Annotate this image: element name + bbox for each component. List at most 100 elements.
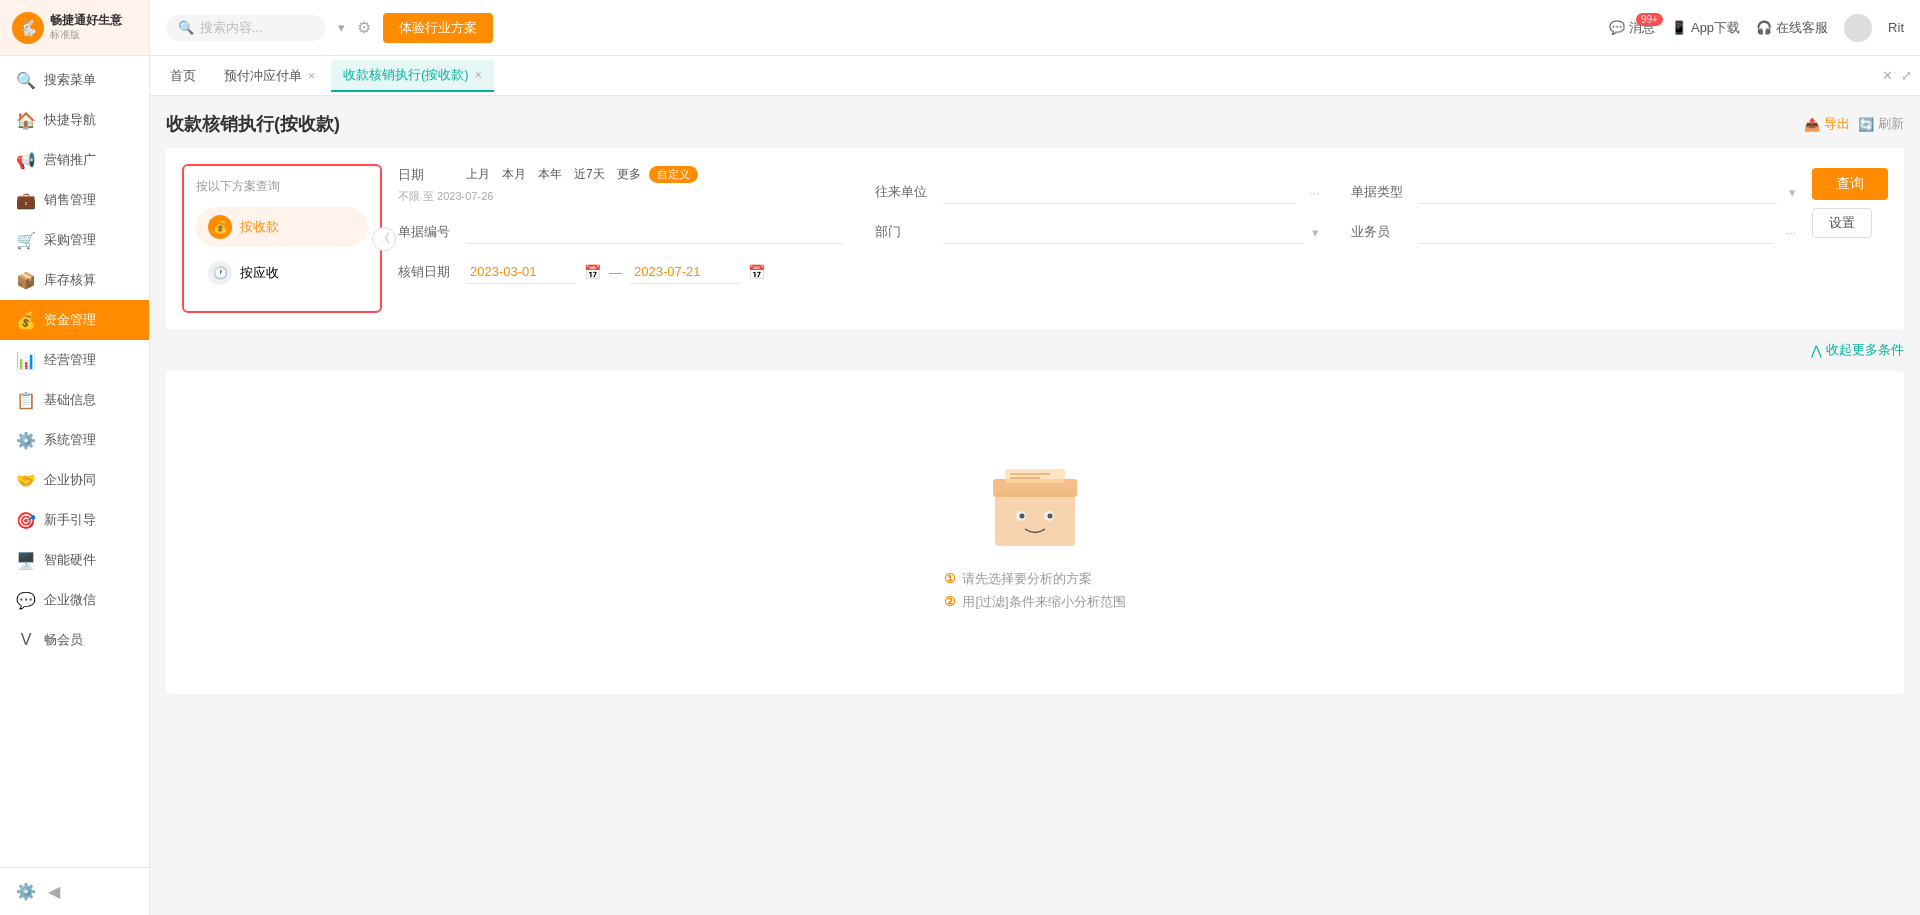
shortcut-this-year[interactable]: 本年 — [534, 164, 566, 185]
shortcut-custom[interactable]: 自定义 — [649, 166, 698, 183]
header-right: 💬 消息 99+ 📱 App下载 🎧 在线客服 Rit — [1609, 14, 1904, 42]
header-gear-icon[interactable]: ⚙ — [357, 18, 371, 37]
empty-state: ① 请先选择要分析的方案 ② 用[过滤]条件来缩小分析范围 — [166, 371, 1904, 694]
sidebar-item-7[interactable]: 📊经营管理 — [0, 340, 149, 380]
tab-prepay[interactable]: 预付冲应付单 × — [212, 60, 327, 92]
partner-dots[interactable]: ··· — [1308, 185, 1319, 200]
partner-label: 往来单位 — [875, 183, 935, 201]
sidebar-item-5[interactable]: 📦库存核算 — [0, 260, 149, 300]
app-name: 畅捷通好生意 — [50, 13, 122, 29]
collapse-conditions-button[interactable]: ⋀ 收起更多条件 — [1811, 341, 1904, 359]
sidebar-bottom: ⚙️ ◀ — [0, 867, 149, 915]
refresh-button[interactable]: 🔄 刷新 — [1858, 115, 1904, 133]
sidebar-item-6[interactable]: 💰资金管理 — [0, 300, 149, 340]
sidebar-icon-1: 🏠 — [16, 110, 36, 130]
tab-close-all-icon[interactable]: ✕ — [1882, 68, 1893, 83]
sidebar-icon-10: 🤝 — [16, 470, 36, 490]
sidebar-icon-4: 🛒 — [16, 230, 36, 250]
tab-collection[interactable]: 收款核销执行(按收款) × — [331, 60, 494, 92]
refresh-icon: 🔄 — [1858, 117, 1874, 132]
sidebar-icon-7: 📊 — [16, 350, 36, 370]
message-icon: 💬 — [1609, 20, 1625, 35]
logo-icon: 🐇 — [12, 12, 44, 44]
filter-collapse-button[interactable]: 《 — [372, 227, 396, 251]
sidebar-item-9[interactable]: ⚙️系统管理 — [0, 420, 149, 460]
sidebar-label-4: 采购管理 — [44, 231, 96, 249]
tab-collection-close[interactable]: × — [475, 68, 482, 82]
sidebar-label-10: 企业协同 — [44, 471, 96, 489]
sidebar-label-3: 销售管理 — [44, 191, 96, 209]
sidebar-icon-3: 💼 — [16, 190, 36, 210]
date-shortcuts: 日期 上月 本月 本年 近7天 更多 自定义 — [398, 164, 843, 185]
empty-illustration — [975, 451, 1095, 551]
date-field: 日期 上月 本月 本年 近7天 更多 自定义 不限 至 2023-07-26 — [398, 164, 843, 204]
online-service-button[interactable]: 🎧 在线客服 — [1756, 19, 1828, 37]
filter-sidebar-wrapper: 按以下方案查询 💰 按收款 🕐 按应收 《 — [182, 164, 382, 313]
receivable-icon: 🕐 — [208, 261, 232, 285]
tip-num-2: ② — [944, 590, 956, 613]
sidebar-item-12[interactable]: 🖥️智能硬件 — [0, 540, 149, 580]
verify-date-end-calendar-icon[interactable]: 📅 — [748, 264, 765, 280]
receipt-icon: 💰 — [208, 215, 232, 239]
header-search-box[interactable]: 🔍 搜索内容... — [166, 15, 326, 41]
sidebar-item-13[interactable]: 💬企业微信 — [0, 580, 149, 620]
sidebar-icon-8: 📋 — [16, 390, 36, 410]
verify-date-label: 核销日期 — [398, 263, 458, 281]
verify-date-start-input[interactable] — [466, 260, 576, 284]
sidebar-icon-6: 💰 — [16, 310, 36, 330]
app-download-button[interactable]: 📱 App下载 — [1671, 19, 1740, 37]
sidebar-item-8[interactable]: 📋 基础信息 — [0, 380, 149, 420]
sidebar-collapse-icon[interactable]: ◀ — [48, 882, 60, 901]
order-no-input[interactable] — [466, 220, 843, 244]
sidebar-item-0[interactable]: 🔍搜索菜单 — [0, 60, 149, 100]
verify-date-end-input[interactable] — [630, 260, 740, 284]
dept-label: 部门 — [875, 223, 935, 241]
settings-icon[interactable]: ⚙️ — [16, 882, 36, 901]
shortcut-this-month[interactable]: 本月 — [498, 164, 530, 185]
staff-dots[interactable]: ··· — [1785, 225, 1796, 240]
shortcut-7days[interactable]: 近7天 — [570, 164, 609, 185]
sidebar-item-2[interactable]: 📢营销推广 — [0, 140, 149, 180]
sidebar-item-11[interactable]: 🎯新手引导 — [0, 500, 149, 540]
solution-button[interactable]: 体验行业方案 — [383, 13, 493, 43]
setting-button[interactable]: 设置 — [1812, 208, 1872, 238]
message-button[interactable]: 💬 消息 99+ — [1609, 19, 1655, 37]
order-type-field: 单据类型 ▾ — [1351, 180, 1796, 204]
sidebar-icon-9: ⚙️ — [16, 430, 36, 450]
sidebar-item-4[interactable]: 🛒 采购管理 — [0, 220, 149, 260]
svg-rect-6 — [1005, 469, 1065, 483]
tip-num-1: ① — [944, 567, 956, 590]
sidebar-icon-13: 💬 — [16, 590, 36, 610]
tab-expand-icon[interactable]: ⤢ — [1901, 68, 1912, 83]
tab-prepay-close[interactable]: × — [308, 69, 315, 83]
sidebar-item-1[interactable]: 🏠快捷导航 — [0, 100, 149, 140]
by-receipt-label: 按收款 — [240, 218, 279, 236]
export-button[interactable]: 📤 导出 — [1804, 115, 1850, 133]
partner-field: 往来单位 ··· — [875, 180, 1320, 204]
staff-input[interactable] — [1419, 220, 1773, 244]
sidebar-label-5: 库存核算 — [44, 271, 96, 289]
tab-home[interactable]: 首页 — [158, 60, 208, 92]
order-type-chevron: ▾ — [1789, 185, 1796, 200]
collapse-bar: ⋀ 收起更多条件 — [166, 341, 1904, 359]
partner-input[interactable] — [943, 180, 1297, 204]
dept-select[interactable] — [943, 220, 1305, 244]
svg-point-4 — [1020, 514, 1025, 519]
filter-option-by-receipt[interactable]: 💰 按收款 — [196, 207, 368, 247]
filter-option-by-receivable[interactable]: 🕐 按应收 — [196, 253, 368, 293]
message-badge: 99+ — [1636, 13, 1663, 26]
query-button[interactable]: 查询 — [1812, 168, 1888, 200]
sidebar-label-8: 基础信息 — [44, 391, 96, 409]
order-type-select[interactable] — [1419, 180, 1777, 204]
shortcut-last-month[interactable]: 上月 — [462, 164, 494, 185]
verify-date-start-calendar-icon[interactable]: 📅 — [584, 264, 601, 280]
sidebar-nav: 🔍搜索菜单🏠快捷导航📢营销推广 💼 销售管理 🛒 采购管理 📦库存核算💰资金管理📊经营管理… — [0, 56, 149, 867]
dept-field: 部门 ▾ — [875, 220, 1320, 244]
filter-action-btns: 查询 设置 — [1812, 164, 1888, 313]
sidebar-item-14[interactable]: V畅会员 — [0, 620, 149, 660]
sidebar-item-3[interactable]: 💼 销售管理 — [0, 180, 149, 220]
sidebar-item-10[interactable]: 🤝 企业协同 — [0, 460, 149, 500]
shortcut-more[interactable]: 更多 — [613, 164, 645, 185]
dropdown-icon[interactable]: ▾ — [338, 20, 345, 35]
tip-text-1: 请先选择要分析的方案 — [962, 567, 1092, 590]
